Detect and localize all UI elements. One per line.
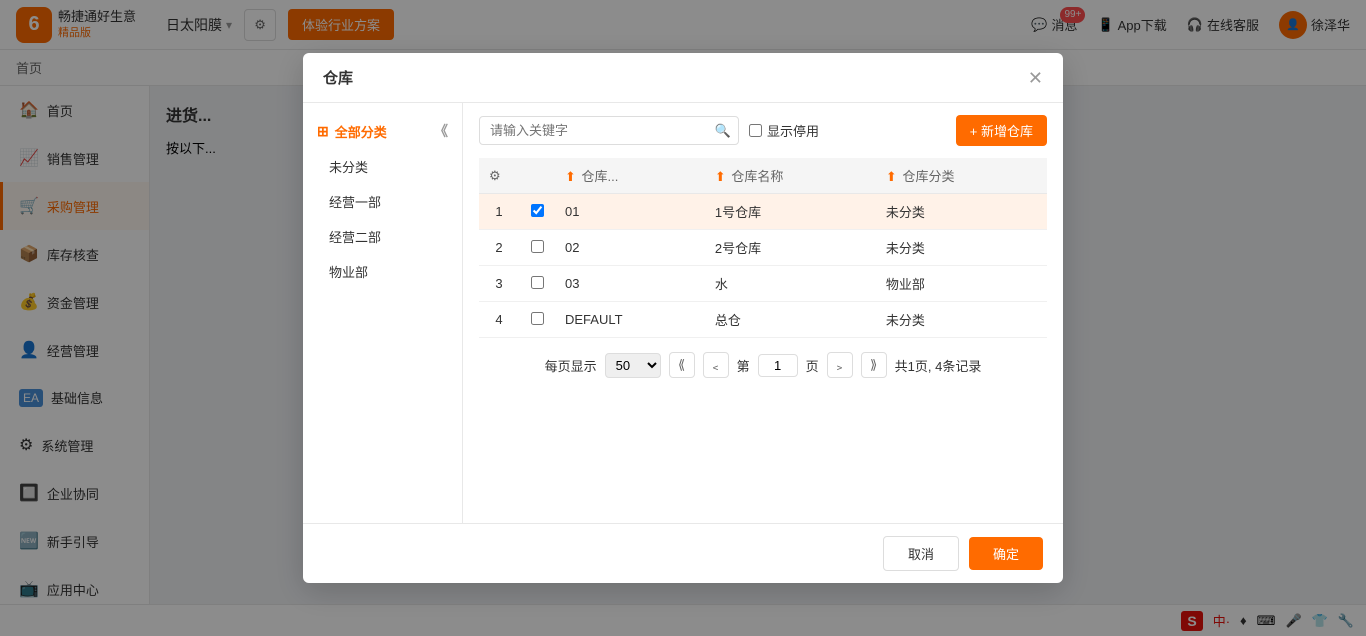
first-page-button[interactable]: ⟪ [669,352,695,378]
td-name: 2号仓库 [705,230,876,266]
warehouse-table: ⚙ ⬆ 仓库... ⬆ 仓库名称 ⬆ 仓库分类 [479,158,1047,338]
cancel-button[interactable]: 取消 [883,536,959,571]
td-index: 4 [479,302,519,338]
sort-icon-category: ⬆ [886,169,897,184]
td-code: 03 [555,266,705,302]
td-category: 未分类 [876,302,1047,338]
td-checkbox[interactable] [519,230,555,266]
td-code: 02 [555,230,705,266]
table-header: ⚙ ⬆ 仓库... ⬆ 仓库名称 ⬆ 仓库分类 [479,158,1047,194]
modal-header: 仓库 ✕ [303,53,1063,103]
modal-category-property[interactable]: 物业部 [303,254,462,289]
sort-icon-name: ⬆ [715,169,726,184]
pagination: 每页显示 50 20 100 ⟪ ﹤ 第 页 ﹥ ⟫ 共1页, 4条记录 [479,338,1047,388]
modal-close-button[interactable]: ✕ [1028,69,1043,87]
td-code: DEFAULT [555,302,705,338]
last-page-button[interactable]: ⟫ [861,352,887,378]
modal-sidebar: ⊞ 全部分类 《 未分类 经营一部 经营二部 物业部 [303,103,463,523]
show-disabled-wrap: 显示停用 [749,121,819,140]
row-checkbox[interactable] [531,240,544,253]
th-checkbox [519,158,555,194]
td-index: 1 [479,194,519,230]
th-category[interactable]: ⬆ 仓库分类 [876,158,1047,194]
table-row[interactable]: 3 03 水 物业部 [479,266,1047,302]
next-page-button[interactable]: ﹥ [827,352,853,378]
td-checkbox[interactable] [519,266,555,302]
modal-sidebar-header: ⊞ 全部分类 《 [303,113,462,149]
row-checkbox[interactable] [531,276,544,289]
show-disabled-checkbox[interactable] [749,124,762,137]
table-row[interactable]: 1 01 1号仓库 未分类 [479,194,1047,230]
td-index: 3 [479,266,519,302]
add-warehouse-button[interactable]: + 新增仓库 [956,115,1047,146]
search-icon[interactable]: 🔍 [715,123,731,139]
table-row[interactable]: 2 02 2号仓库 未分类 [479,230,1047,266]
modal-category-unclassified[interactable]: 未分类 [303,149,462,184]
grid-icon: ⊞ [317,123,329,140]
confirm-button[interactable]: 确定 [969,537,1043,570]
td-checkbox[interactable] [519,302,555,338]
modal-category-business2[interactable]: 经营二部 [303,219,462,254]
td-name: 总仓 [705,302,876,338]
modal-footer: 取消 确定 [303,523,1063,583]
modal-main: 🔍 显示停用 + 新增仓库 ⚙ ⬆ 仓库... [463,103,1063,523]
modal-body: ⊞ 全部分类 《 未分类 经营一部 经营二部 物业部 🔍 显示停用 + [303,103,1063,523]
td-name: 水 [705,266,876,302]
td-index: 2 [479,230,519,266]
row-checkbox[interactable] [531,312,544,325]
th-name[interactable]: ⬆ 仓库名称 [705,158,876,194]
th-gear[interactable]: ⚙ [479,158,519,194]
prev-page-button[interactable]: ﹤ [703,352,729,378]
modal-category-business1[interactable]: 经营一部 [303,184,462,219]
td-category: 未分类 [876,194,1047,230]
search-input[interactable] [479,116,739,145]
table-row[interactable]: 4 DEFAULT 总仓 未分类 [479,302,1047,338]
sort-icon-code: ⬆ [565,169,576,184]
td-category: 未分类 [876,230,1047,266]
td-code: 01 [555,194,705,230]
collapse-icon[interactable]: 《 [434,121,448,141]
page-input[interactable] [758,354,798,377]
search-row: 🔍 显示停用 + 新增仓库 [479,115,1047,146]
modal-title: 仓库 [323,67,353,88]
td-category: 物业部 [876,266,1047,302]
table-body: 1 01 1号仓库 未分类 2 02 2号仓库 未分类 3 03 水 物业部 4… [479,194,1047,338]
page-size-select[interactable]: 50 20 100 [605,353,661,378]
td-checkbox[interactable] [519,194,555,230]
warehouse-modal: 仓库 ✕ ⊞ 全部分类 《 未分类 经营一部 经营二部 物业部 🔍 [303,53,1063,583]
th-code[interactable]: ⬆ 仓库... [555,158,705,194]
row-checkbox[interactable] [531,204,544,217]
td-name: 1号仓库 [705,194,876,230]
search-input-wrap: 🔍 [479,116,739,145]
